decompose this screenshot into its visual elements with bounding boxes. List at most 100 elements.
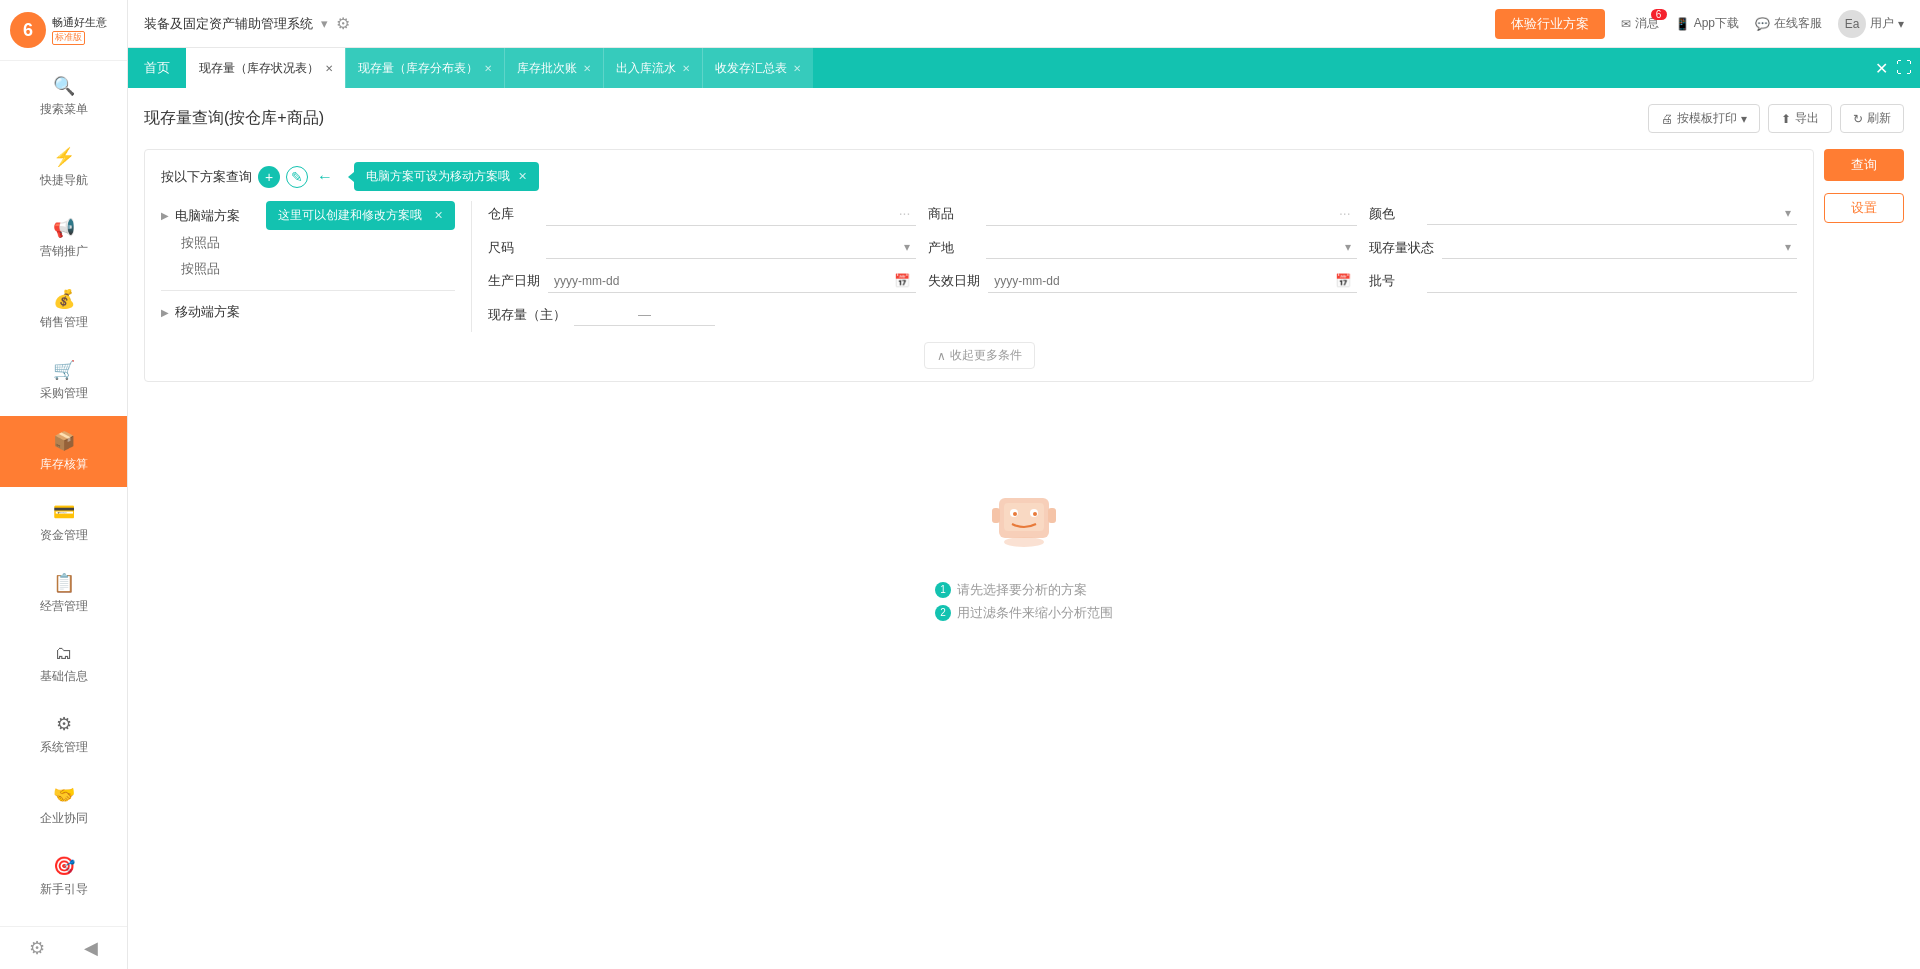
- refresh-btn[interactable]: ↻ 刷新: [1840, 104, 1904, 133]
- sidebar-item-system[interactable]: ⚙ 系统管理: [0, 699, 127, 770]
- prod-date-field[interactable]: [554, 274, 894, 288]
- chevron-color: ▾: [1785, 206, 1791, 220]
- tooltip-desktop-scheme: 电脑方案可设为移动方案哦 ✕: [354, 162, 539, 191]
- prod-date-input[interactable]: 📅: [548, 269, 916, 293]
- sidebar-item-sales[interactable]: 💰 销售管理: [0, 274, 127, 345]
- dots-goods[interactable]: ···: [1339, 205, 1351, 221]
- export-icon: ⬆: [1781, 112, 1791, 126]
- tab-inventory-dist[interactable]: 现存量（库存分布表） ✕: [345, 48, 504, 88]
- main-area: 装备及固定资产辅助管理系统 ▾ ⚙ 体验行业方案 ✉ 消息 6 📱 App下载 …: [128, 0, 1920, 969]
- tab-home[interactable]: 首页: [128, 48, 186, 88]
- tab-fullscreen-icon[interactable]: ⛶: [1896, 59, 1912, 77]
- tab-close-inventory-dist[interactable]: ✕: [484, 63, 492, 74]
- inventory-icon: 📦: [53, 430, 75, 452]
- tooltip2-close[interactable]: ✕: [434, 209, 443, 222]
- expire-date-field[interactable]: [994, 274, 1334, 288]
- svg-rect-6: [992, 508, 1000, 523]
- sidebar: 6 畅通好生意 标准版 🔍 搜索菜单 ⚡ 快捷导航 📢 营销推广 💰 销售管理 …: [0, 0, 128, 969]
- sidebar-item-quick[interactable]: ⚡ 快捷导航: [0, 132, 127, 203]
- color-select[interactable]: ▾: [1427, 202, 1797, 225]
- sales-icon: 💰: [53, 288, 75, 310]
- sidebar-item-marketing[interactable]: 📢 营销推广: [0, 203, 127, 274]
- tooltip1-close[interactable]: ✕: [518, 170, 527, 183]
- warehouse-select[interactable]: ···: [546, 201, 916, 226]
- scheme-desktop[interactable]: ▶ 电脑端方案: [161, 203, 240, 229]
- filter-cell-batch: 批号: [1369, 270, 1797, 293]
- filter-label: 按以下方案查询: [161, 168, 252, 186]
- tab-bar: 首页 现存量（库存状况表） ✕ 现存量（库存分布表） ✕ 库存批次账 ✕ 出入库…: [128, 48, 1920, 88]
- tab-batch[interactable]: 库存批次账 ✕: [504, 48, 603, 88]
- scheme-desktop-item1[interactable]: 按照品: [161, 230, 455, 256]
- sidebar-item-purchase[interactable]: 🛒 采购管理: [0, 345, 127, 416]
- chevron-origin: ▾: [1345, 240, 1351, 254]
- refresh-icon: ↻: [1853, 112, 1863, 126]
- stock-main-min[interactable]: [574, 303, 634, 325]
- print-btn[interactable]: 🖨 按模板打印 ▾: [1648, 104, 1760, 133]
- collapse-btn[interactable]: ∧ 收起更多条件: [924, 342, 1035, 369]
- calendar-prod-icon[interactable]: 📅: [894, 273, 910, 288]
- origin-select[interactable]: ▾: [986, 236, 1356, 259]
- header-actions: 体验行业方案 ✉ 消息 6 📱 App下载 💬 在线客服 Ea 用户 ▾: [1495, 9, 1904, 39]
- filter-area: 按以下方案查询 + ✎ ← 电脑方案可设为移动方案哦 ✕: [144, 149, 1814, 382]
- tab-close-batch[interactable]: ✕: [583, 63, 591, 74]
- tab-close-collect[interactable]: ✕: [793, 63, 801, 74]
- stock-main-range[interactable]: —: [574, 303, 715, 326]
- tab-close-inout[interactable]: ✕: [682, 63, 690, 74]
- scheme-tree: ▶ 电脑端方案 这里可以创建和修改方案哦 ✕ 按照品: [161, 201, 472, 332]
- settings-icon[interactable]: ⚙: [29, 937, 45, 959]
- filter-cell-color: 颜色 ▾: [1369, 202, 1797, 225]
- sidebar-item-operations[interactable]: 📋 经营管理: [0, 558, 127, 629]
- sidebar-item-basic[interactable]: 🗂 基础信息: [0, 629, 127, 699]
- sidebar-item-finance[interactable]: 💳 资金管理: [0, 487, 127, 558]
- goods-select[interactable]: ···: [986, 201, 1356, 226]
- tab-close-all-icon[interactable]: ✕: [1875, 59, 1888, 78]
- system-dropdown-icon[interactable]: ▾: [321, 16, 328, 31]
- size-select[interactable]: ▾: [546, 236, 916, 259]
- tab-collect[interactable]: 收发存汇总表 ✕: [702, 48, 813, 88]
- filter-cell-stock-status: 现存量状态 ▾: [1369, 236, 1797, 259]
- back-btn[interactable]: ←: [314, 166, 336, 188]
- sidebar-item-guide[interactable]: 🎯 新手引导: [0, 841, 127, 912]
- tab-inventory-status[interactable]: 现存量（库存状况表） ✕: [186, 48, 345, 88]
- filter-fields: 仓库 ··· 商品: [472, 201, 1797, 332]
- settings-gear-icon[interactable]: ⚙: [336, 14, 350, 33]
- stock-main-max[interactable]: [655, 303, 715, 325]
- dots-warehouse[interactable]: ···: [899, 205, 911, 221]
- edit-scheme-btn[interactable]: ✎: [286, 166, 308, 188]
- purchase-icon: 🛒: [53, 359, 75, 381]
- chevron-stock-status: ▾: [1785, 240, 1791, 254]
- message-btn[interactable]: ✉ 消息 6: [1621, 15, 1659, 32]
- filter-cell-goods: 商品 ···: [928, 201, 1356, 226]
- collapse-sidebar-icon[interactable]: ◀: [84, 937, 98, 959]
- tab-inout[interactable]: 出入库流水 ✕: [603, 48, 702, 88]
- tooltip-create-scheme: 这里可以创建和修改方案哦 ✕: [266, 201, 455, 230]
- scheme-desktop-item2[interactable]: 按照品: [161, 256, 455, 282]
- system-icon: ⚙: [56, 713, 72, 735]
- scheme-mobile[interactable]: ▶ 移动端方案: [161, 299, 455, 325]
- user-area[interactable]: Ea 用户 ▾: [1838, 10, 1904, 38]
- export-btn[interactable]: ⬆ 导出: [1768, 104, 1832, 133]
- reset-btn[interactable]: 设置: [1824, 193, 1904, 223]
- sidebar-item-inventory[interactable]: 📦 库存核算: [0, 416, 127, 487]
- print-dropdown-icon: ▾: [1741, 112, 1747, 126]
- tab-close-inventory-status[interactable]: ✕: [325, 63, 333, 74]
- sidebar-nav: 🔍 搜索菜单 ⚡ 快捷导航 📢 营销推广 💰 销售管理 🛒 采购管理 📦 库存核…: [0, 61, 127, 926]
- search-btn[interactable]: 查询: [1824, 149, 1904, 181]
- sidebar-item-search[interactable]: 🔍 搜索菜单: [0, 61, 127, 132]
- content-area: 现存量查询(按仓库+商品) 🖨 按模板打印 ▾ ⬆ 导出 ↻ 刷新: [128, 88, 1920, 969]
- add-scheme-btn[interactable]: +: [258, 166, 280, 188]
- system-select[interactable]: 装备及固定资产辅助管理系统 ▾ ⚙: [144, 14, 350, 33]
- stock-status-select[interactable]: ▾: [1442, 236, 1797, 259]
- trial-btn[interactable]: 体验行业方案: [1495, 9, 1605, 39]
- batch-input[interactable]: [1427, 270, 1797, 293]
- search-icon: 🔍: [53, 75, 75, 97]
- user-dropdown-icon: ▾: [1898, 17, 1904, 31]
- calendar-expire-icon[interactable]: 📅: [1335, 273, 1351, 288]
- app-download-btn[interactable]: 📱 App下载: [1675, 15, 1739, 32]
- empty-tip-1: 1 请先选择要分析的方案: [935, 578, 1113, 601]
- empty-state: 1 请先选择要分析的方案 2 用过滤条件来缩小分析范围: [144, 398, 1904, 705]
- marketing-icon: 📢: [53, 217, 75, 239]
- expire-date-input[interactable]: 📅: [988, 269, 1356, 293]
- online-service-btn[interactable]: 💬 在线客服: [1755, 15, 1822, 32]
- sidebar-item-enterprise[interactable]: 🤝 企业协同: [0, 770, 127, 841]
